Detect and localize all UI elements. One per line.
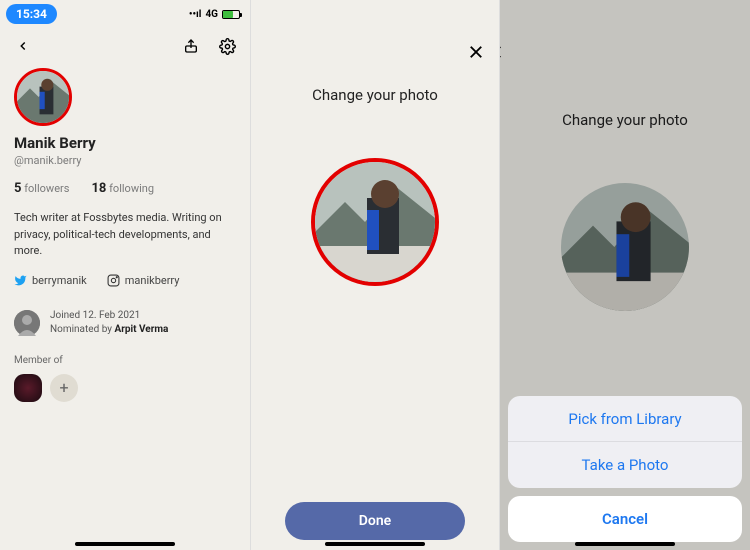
done-button[interactable]: Done: [285, 502, 465, 540]
modal-title: Change your photo: [500, 111, 750, 129]
take-photo-button[interactable]: Take a Photo: [508, 442, 742, 488]
instagram-link[interactable]: manikberry: [107, 274, 180, 287]
club-avatar[interactable]: [14, 374, 42, 402]
change-photo-avatar[interactable]: [561, 183, 689, 311]
home-indicator[interactable]: [75, 542, 175, 546]
home-indicator[interactable]: [325, 542, 425, 546]
nomination-info: Joined 12. Feb 2021 Nominated by Arpit V…: [14, 309, 236, 337]
close-icon: [500, 43, 504, 61]
status-bar: 15:34 ••ıl 4G: [0, 0, 250, 28]
signal-icon: ••ıl: [189, 9, 202, 20]
profile-bio: Tech writer at Fossbytes media. Writing …: [14, 210, 236, 260]
instagram-icon: [107, 274, 120, 287]
settings-button[interactable]: [214, 33, 240, 59]
joined-date: Joined 12. Feb 2021: [50, 309, 168, 323]
change-photo-avatar[interactable]: [311, 158, 439, 286]
screen-change-photo: 15:34 ••ıl 4G Change your photo Done: [250, 0, 500, 550]
screen-action-sheet: 15:34 ••ıl 4G Change your photo Pick fro…: [500, 0, 750, 550]
followers-stat[interactable]: 5 followers: [14, 181, 69, 196]
profile-handle: @manik.berry: [14, 154, 236, 167]
member-of-label: Member of: [14, 355, 236, 366]
gear-icon: [219, 38, 236, 55]
status-time: 15:34: [6, 4, 57, 24]
battery-icon: [222, 10, 240, 19]
pick-from-library-button[interactable]: Pick from Library: [508, 396, 742, 442]
network-label: 4G: [205, 9, 218, 20]
avatar-image: [315, 162, 435, 282]
following-stat[interactable]: 18 following: [91, 181, 154, 196]
twitter-link[interactable]: berrymanik: [14, 274, 87, 287]
profile-avatar[interactable]: [14, 68, 72, 126]
top-nav: [0, 28, 250, 64]
status-indicators: ••ıl 4G: [189, 9, 240, 20]
avatar-image: [17, 71, 69, 123]
cancel-button[interactable]: Cancel: [508, 496, 742, 542]
add-club-button[interactable]: +: [50, 374, 78, 402]
profile-name: Manik Berry: [14, 134, 236, 152]
action-sheet: Pick from Library Take a Photo Cancel: [508, 396, 742, 542]
screen-profile: 15:34 ••ıl 4G Manik Berry @manik.berry 5…: [0, 0, 250, 550]
share-icon: [183, 38, 199, 54]
nominated-by: Nominated by Arpit Verma: [50, 323, 168, 337]
avatar-image: [561, 183, 689, 311]
back-button[interactable]: [10, 33, 36, 59]
twitter-icon: [14, 274, 27, 287]
profile-info: Manik Berry @manik.berry 5 followers 18 …: [0, 134, 250, 402]
nominator-avatar[interactable]: [14, 310, 40, 336]
close-button[interactable]: [500, 42, 736, 67]
chevron-left-icon: [16, 39, 30, 53]
share-button[interactable]: [178, 33, 204, 59]
close-button[interactable]: [467, 42, 485, 67]
close-icon: [467, 43, 485, 61]
modal-title: Change your photo: [251, 86, 499, 104]
